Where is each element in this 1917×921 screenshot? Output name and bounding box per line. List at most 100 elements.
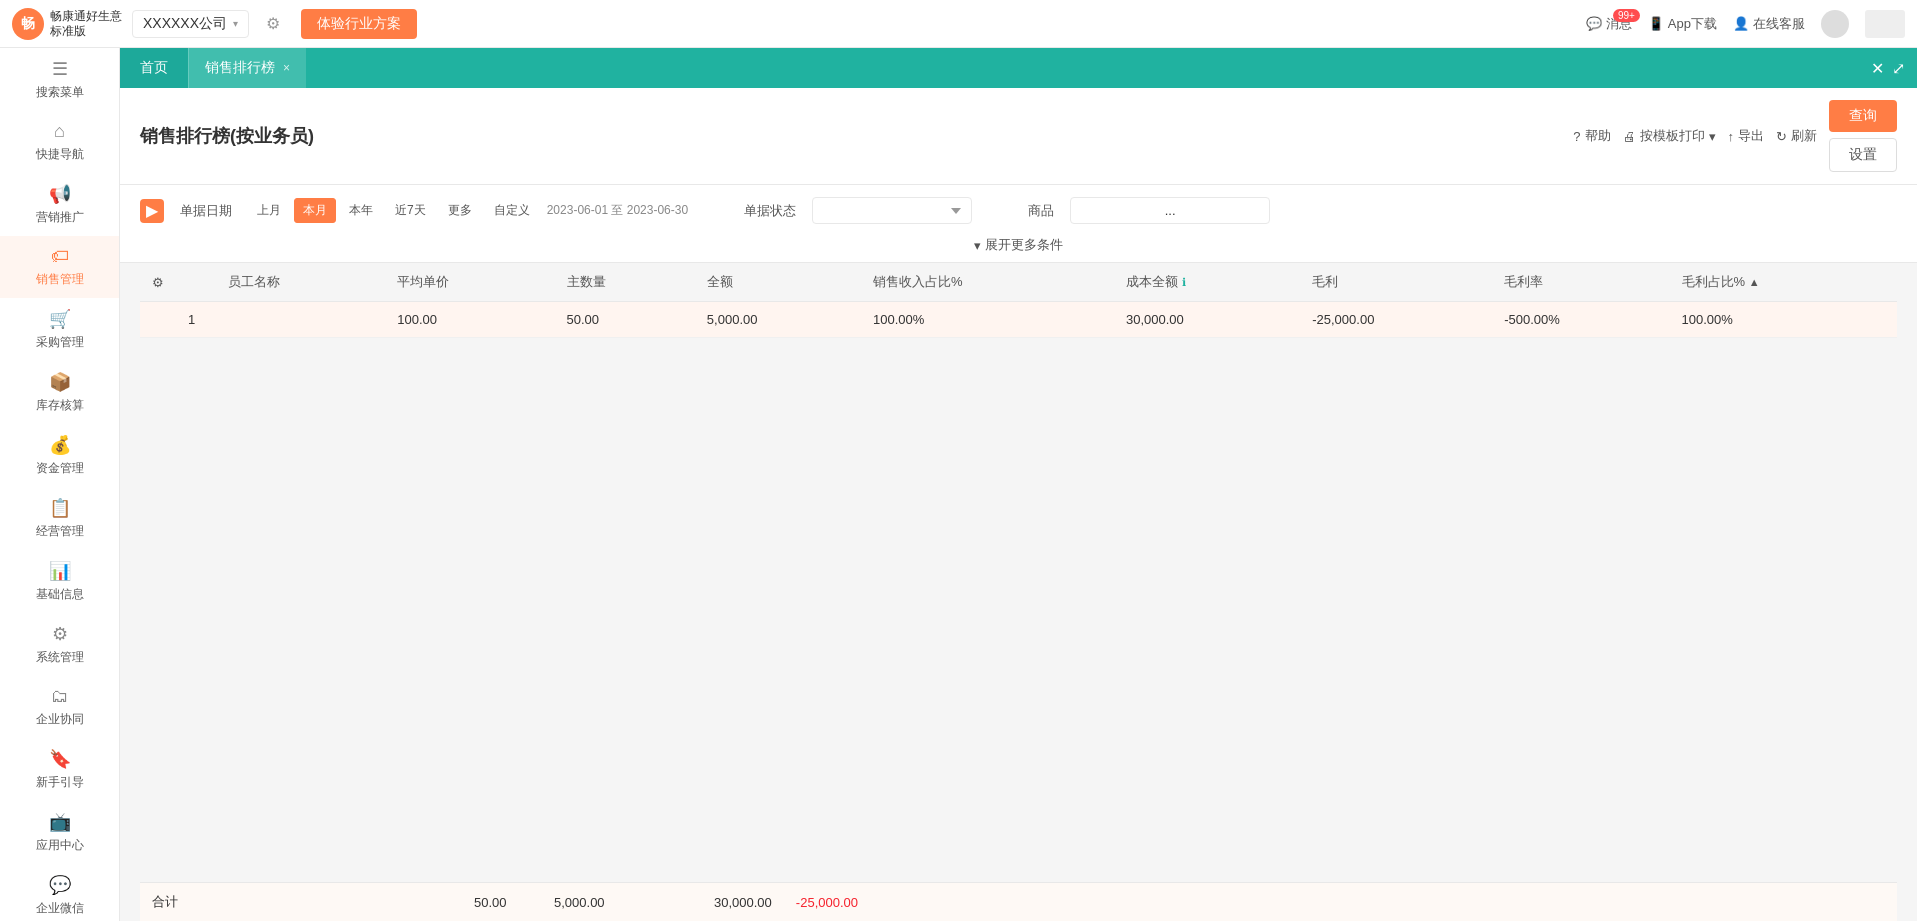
status-filter-label: 单据状态 [744, 202, 796, 220]
col-employee: 员工名称 [216, 263, 385, 302]
date-btn-7days[interactable]: 近7天 [386, 198, 435, 223]
sidebar-item-enterprise[interactable]: 🗂 企业协同 [0, 676, 119, 738]
page-title: 销售排行榜(按业务员) [140, 124, 314, 148]
tab-home[interactable]: 首页 [120, 48, 188, 88]
col-sales-pct: 销售收入占比% [861, 263, 1114, 302]
management-icon: 📋 [49, 497, 71, 519]
export-button[interactable]: ↑ 导出 [1728, 127, 1765, 145]
help-icon: ? [1573, 129, 1580, 144]
avatar[interactable] [1821, 10, 1849, 38]
sidebar-item-sales[interactable]: 🏷 销售管理 [0, 236, 119, 298]
print-icon: 🖨 [1623, 129, 1636, 144]
goods-filter-label: 商品 [1028, 202, 1054, 220]
date-btn-custom[interactable]: 自定义 [485, 198, 539, 223]
tab-close-icon[interactable]: × [283, 61, 290, 75]
date-filter-buttons: 上月 本月 本年 近7天 更多 自定义 2023-06-01 至 2023-06… [248, 198, 688, 223]
sidebar-item-system[interactable]: ⚙ 系统管理 [0, 613, 119, 676]
date-btn-more[interactable]: 更多 [439, 198, 481, 223]
table-area: ⚙ 员工名称 平均单价 主数量 全额 销售收入占比% 成本全额 ℹ 毛利 [120, 263, 1917, 882]
tab-close-window-icon[interactable]: ✕ [1871, 59, 1884, 78]
expand-conditions-button[interactable]: ▾ 展开更多条件 [974, 236, 1063, 254]
sidebar-item-marketing[interactable]: 📢 营销推广 [0, 173, 119, 236]
footer-label: 合计 [152, 893, 302, 911]
row-rank: 1 [176, 302, 216, 338]
data-table: ⚙ 员工名称 平均单价 主数量 全额 销售收入占比% 成本全额 ℹ 毛利 [140, 263, 1897, 338]
message-icon: 💬 [1586, 16, 1602, 31]
app-download-button[interactable]: 📱 App下载 [1648, 15, 1717, 33]
setting-button[interactable]: 设置 [1829, 138, 1897, 172]
col-gross: 毛利 [1300, 263, 1492, 302]
page-header-actions: ? 帮助 🖨 按模板打印 ▾ ↑ 导出 ↻ 刷新 [1573, 100, 1897, 172]
row-quantity: 50.00 [555, 302, 695, 338]
finance-icon: 💰 [49, 434, 71, 456]
sidebar-item-finance[interactable]: 💰 资金管理 [0, 424, 119, 487]
print-button[interactable]: 🖨 按模板打印 ▾ [1623, 127, 1716, 145]
sidebar-item-management[interactable]: 📋 经营管理 [0, 487, 119, 550]
print-dropdown-icon: ▾ [1709, 129, 1716, 144]
row-gross-pct: 100.00% [1670, 302, 1897, 338]
tab-bar: 首页 销售排行榜 × ✕ ⤢ [120, 48, 1917, 88]
sidebar-item-guide[interactable]: 🔖 新手引导 [0, 738, 119, 801]
table-row: 1 100.00 50.00 5,000.00 100.00% 30,000.0… [140, 302, 1897, 338]
page-header: 销售排行榜(按业务员) ? 帮助 🖨 按模板打印 ▾ ↑ 导出 [120, 88, 1917, 185]
search-menu-icon: ☰ [52, 58, 68, 80]
col-gross-rate: 毛利率 [1492, 263, 1669, 302]
sidebar-item-inventory[interactable]: 📦 库存核算 [0, 361, 119, 424]
row-gross-rate: -500.00% [1492, 302, 1669, 338]
row-sales-pct: 100.00% [861, 302, 1114, 338]
date-btn-this-month[interactable]: 本月 [294, 198, 336, 223]
logo-icon: 畅 [12, 8, 44, 40]
guide-icon: 🔖 [49, 748, 71, 770]
main-layout: ☰ 搜索菜单 ⌂ 快捷导航 📢 营销推广 🏷 销售管理 🛒 采购管理 📦 库存核… [0, 48, 1917, 921]
status-select[interactable] [812, 197, 972, 224]
refresh-button[interactable]: ↻ 刷新 [1776, 127, 1817, 145]
app-center-icon: 📺 [49, 811, 71, 833]
gear-icon[interactable]: ⚙ [257, 8, 289, 40]
date-btn-this-year[interactable]: 本年 [340, 198, 382, 223]
sidebar: ☰ 搜索菜单 ⌂ 快捷导航 📢 营销推广 🏷 销售管理 🛒 采购管理 📦 库存核… [0, 48, 120, 921]
sidebar-item-basic-info[interactable]: 📊 基础信息 [0, 550, 119, 613]
col-rank [176, 263, 216, 302]
row-employee [216, 302, 385, 338]
sidebar-item-wechat[interactable]: 💬 企业微信 [0, 864, 119, 921]
date-btn-last-month[interactable]: 上月 [248, 198, 290, 223]
sidebar-item-app-center[interactable]: 📺 应用中心 [0, 801, 119, 864]
footer-amount: 5,000.00 [542, 895, 622, 910]
purchase-icon: 🛒 [49, 308, 71, 330]
company-selector[interactable]: XXXXXX公司 ▾ [132, 10, 249, 38]
message-button[interactable]: 💬 消息 99+ [1586, 15, 1632, 33]
date-range-display: 2023-06-01 至 2023-06-30 [547, 202, 688, 219]
goods-input[interactable] [1070, 197, 1270, 224]
basic-info-icon: 📊 [49, 560, 71, 582]
col-cost: 成本全额 ℹ [1114, 263, 1300, 302]
top-bar: 畅 畅康通好生意 标准版 XXXXXX公司 ▾ ⚙ 体验行业方案 💬 消息 99… [0, 0, 1917, 48]
sidebar-item-nav[interactable]: ⌂ 快捷导航 [0, 111, 119, 173]
filter-collapse-btn[interactable]: ▶ [140, 199, 164, 223]
col-settings[interactable]: ⚙ [140, 263, 176, 302]
query-button[interactable]: 查询 [1829, 100, 1897, 132]
help-button[interactable]: ? 帮助 [1573, 127, 1610, 145]
cost-info-icon: ℹ [1182, 276, 1186, 288]
row-settings [140, 302, 176, 338]
tab-sales-ranking[interactable]: 销售排行榜 × [188, 48, 306, 88]
col-avg-price: 平均单价 [385, 263, 554, 302]
content-area: 首页 销售排行榜 × ✕ ⤢ 销售排行榜(按业务员) ? 帮助 [120, 48, 1917, 921]
sidebar-item-search[interactable]: ☰ 搜索菜单 [0, 48, 119, 111]
trial-button[interactable]: 体验行业方案 [301, 9, 417, 39]
online-service-button[interactable]: 👤 在线客服 [1733, 15, 1805, 33]
footer-quantity: 50.00 [462, 895, 542, 910]
col-amount: 全额 [695, 263, 861, 302]
row-amount: 5,000.00 [695, 302, 861, 338]
footer-gross: -25,000.00 [784, 895, 870, 910]
page-content: 销售排行榜(按业务员) ? 帮助 🖨 按模板打印 ▾ ↑ 导出 [120, 88, 1917, 921]
message-badge: 99+ [1613, 9, 1640, 22]
row-gross: -25,000.00 [1300, 302, 1492, 338]
filter-row: ▶ 单据日期 上月 本月 本年 近7天 更多 自定义 2023-06-01 至 … [140, 197, 1897, 224]
app-icon: 📱 [1648, 16, 1664, 31]
sidebar-item-purchase[interactable]: 🛒 采购管理 [0, 298, 119, 361]
tab-expand-icon[interactable]: ⤢ [1892, 59, 1905, 78]
col-gross-pct: 毛利占比% ▲ [1670, 263, 1897, 302]
footer-cost: 30,000.00 [702, 895, 784, 910]
logo: 畅 畅康通好生意 标准版 [12, 8, 132, 40]
inventory-icon: 📦 [49, 371, 71, 393]
